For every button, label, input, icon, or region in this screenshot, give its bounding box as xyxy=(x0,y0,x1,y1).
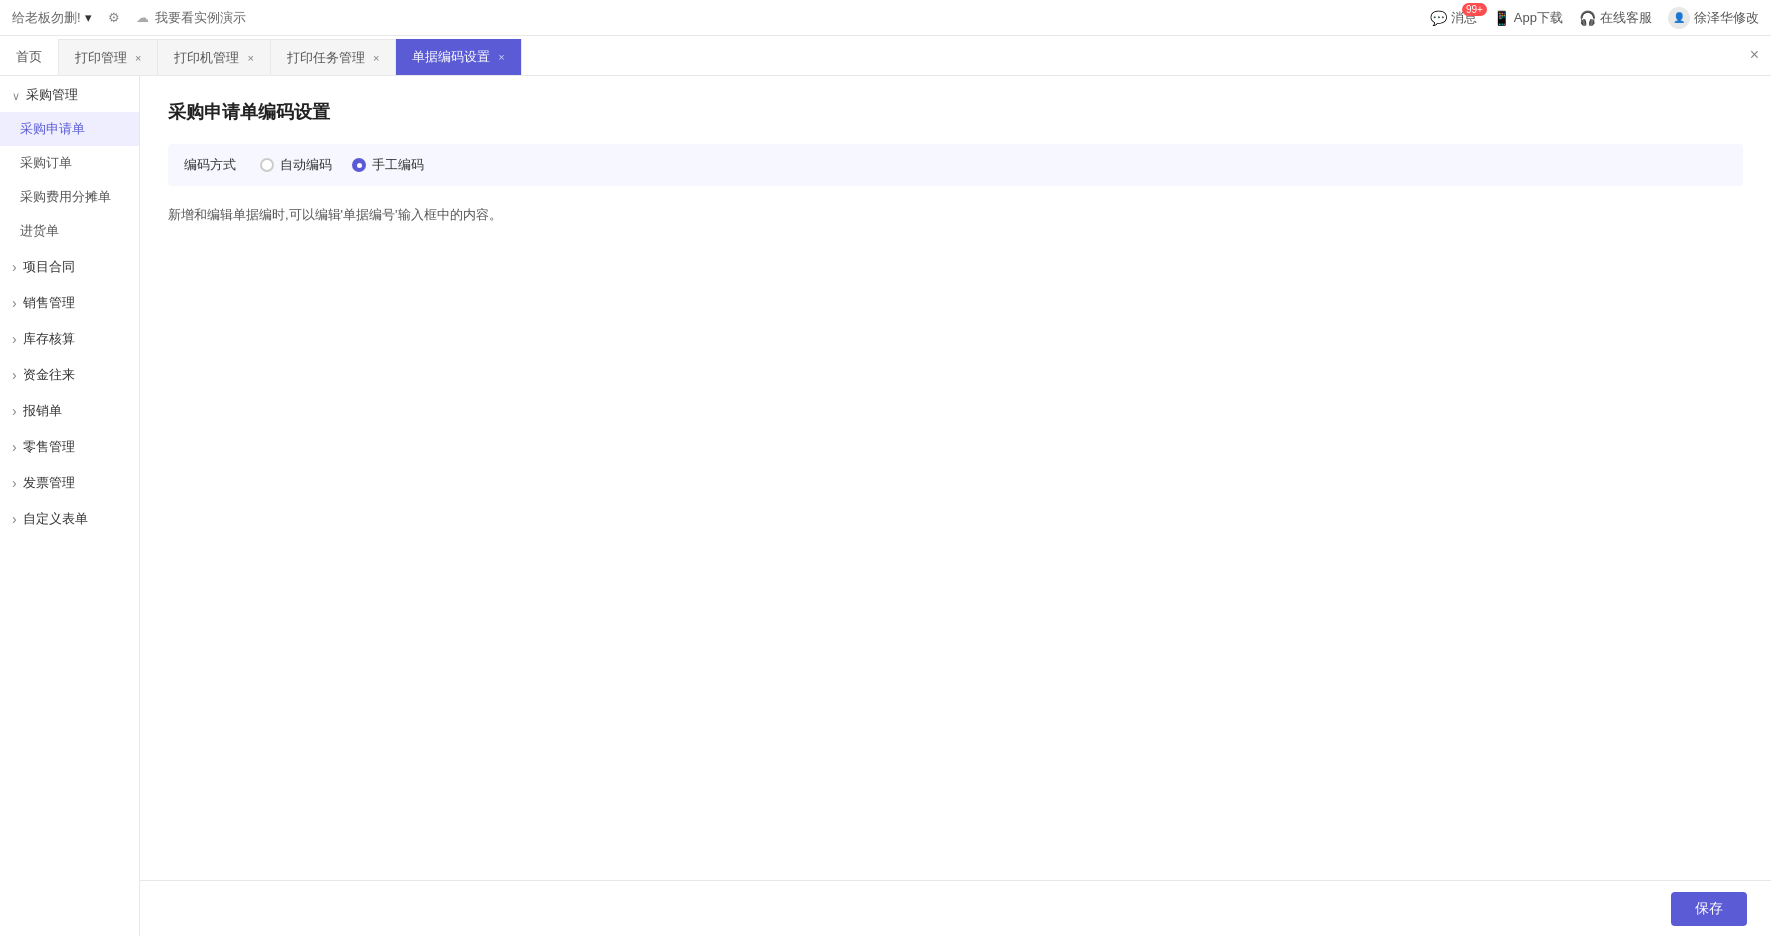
custom-form-chevron-icon xyxy=(12,511,17,527)
settings-icon[interactable]: ⚙ xyxy=(104,8,124,28)
sidebar-returns-label: 报销单 xyxy=(23,402,62,420)
sidebar-item-purchase-request[interactable]: 采购申请单 xyxy=(0,112,139,146)
page-title: 采购申请单编码设置 xyxy=(168,100,1743,124)
sidebar-group-custom-form[interactable]: 自定义表单 xyxy=(0,500,139,536)
sidebar-group-purchase-label: 采购管理 xyxy=(26,86,78,104)
tab-bar: 首页 打印管理 × 打印机管理 × 打印任务管理 × 单据编码设置 × × xyxy=(0,36,1771,76)
content-area: 采购申请单编码设置 编码方式 自动编码 手工编码 新增和编辑单据编时,可以编辑'… xyxy=(140,76,1771,936)
tab-printer-manage-label: 打印机管理 xyxy=(174,49,239,67)
main-layout: 采购管理 采购申请单 采购订单 采购费用分摊单 进货单 项目合同 销售管理 xyxy=(0,76,1771,936)
content-footer: 保存 xyxy=(140,880,1771,936)
message-button[interactable]: 消息 99+ xyxy=(1430,9,1477,27)
radio-auto-label: 自动编码 xyxy=(280,156,332,174)
radio-manual-label: 手工编码 xyxy=(372,156,424,174)
tab-barcode-close[interactable]: × xyxy=(498,51,504,63)
encoding-label: 编码方式 xyxy=(184,156,236,174)
tab-print-manage[interactable]: 打印管理 × xyxy=(59,39,158,75)
app-title: 给老板勿删! xyxy=(12,9,81,27)
dropdown-arrow-icon: ▾ xyxy=(85,10,92,25)
sidebar-group-purchase: 采购管理 采购申请单 采购订单 采购费用分摊单 进货单 xyxy=(0,76,139,248)
retail-chevron-icon xyxy=(12,439,17,455)
app-download-label: App下载 xyxy=(1514,9,1563,27)
online-service-label: 在线客服 xyxy=(1600,9,1652,27)
sidebar-sales-label: 销售管理 xyxy=(23,294,75,312)
user-profile[interactable]: 👤 徐泽华修改 xyxy=(1668,7,1759,29)
tab-printer-manage-close[interactable]: × xyxy=(247,52,253,64)
tab-home[interactable]: 首页 xyxy=(0,39,59,75)
finance-chevron-icon xyxy=(12,367,17,383)
sidebar-item-incoming[interactable]: 进货单 xyxy=(0,214,139,248)
tab-home-label: 首页 xyxy=(16,48,42,66)
sidebar-group-project-contract[interactable]: 项目合同 xyxy=(0,248,139,284)
project-chevron-icon xyxy=(12,259,17,275)
description-text: 新增和编辑单据编时,可以编辑'单据编号'输入框中的内容。 xyxy=(168,206,1743,224)
avatar: 👤 xyxy=(1668,7,1690,29)
sidebar-group-sales[interactable]: 销售管理 xyxy=(0,284,139,320)
app-download-button[interactable]: App下载 xyxy=(1493,9,1563,27)
purchase-chevron-icon xyxy=(12,88,20,103)
user-name: 徐泽华修改 xyxy=(1694,9,1759,27)
returns-chevron-icon xyxy=(12,403,17,419)
sidebar-group-returns[interactable]: 报销单 xyxy=(0,392,139,428)
inventory-chevron-icon xyxy=(12,331,17,347)
tab-printer-manage[interactable]: 打印机管理 × xyxy=(158,39,270,75)
sidebar-finance-label: 资金往来 xyxy=(23,366,75,384)
sidebar-group-retail[interactable]: 零售管理 xyxy=(0,428,139,464)
sidebar-custom-form-label: 自定义表单 xyxy=(23,510,88,528)
radio-manual-circle xyxy=(352,158,366,172)
sidebar-project-contract-label: 项目合同 xyxy=(23,258,75,276)
sidebar-invoice-label: 发票管理 xyxy=(23,474,75,492)
tab-print-task-label: 打印任务管理 xyxy=(287,49,365,67)
sidebar-incoming-label: 进货单 xyxy=(20,223,59,238)
sidebar-purchase-request-label: 采购申请单 xyxy=(20,121,85,136)
service-icon xyxy=(1579,10,1596,26)
content-inner: 采购申请单编码设置 编码方式 自动编码 手工编码 新增和编辑单据编时,可以编辑'… xyxy=(140,76,1771,880)
encoding-radio-group: 自动编码 手工编码 xyxy=(260,156,424,174)
tab-print-manage-label: 打印管理 xyxy=(75,49,127,67)
save-button[interactable]: 保存 xyxy=(1671,892,1747,926)
sidebar-purchase-order-label: 采购订单 xyxy=(20,155,72,170)
app-icon xyxy=(1493,10,1510,26)
demo-link[interactable]: ☁ 我要看实例演示 xyxy=(136,9,246,27)
radio-manual-encoding[interactable]: 手工编码 xyxy=(352,156,424,174)
top-bar: 给老板勿删! ▾ ⚙ ☁ 我要看实例演示 消息 99+ App下载 在线客服 👤… xyxy=(0,0,1771,36)
top-bar-left: 给老板勿删! ▾ ⚙ ☁ 我要看实例演示 xyxy=(12,8,246,28)
sidebar-item-purchase-order[interactable]: 采购订单 xyxy=(0,146,139,180)
sidebar-group-finance[interactable]: 资金往来 xyxy=(0,356,139,392)
sidebar-item-purchase-expense[interactable]: 采购费用分摊单 xyxy=(0,180,139,214)
message-badge: 99+ xyxy=(1462,3,1487,16)
invoice-chevron-icon xyxy=(12,475,17,491)
sidebar-group-inventory[interactable]: 库存核算 xyxy=(0,320,139,356)
sidebar-group-invoice[interactable]: 发票管理 xyxy=(0,464,139,500)
tab-barcode-label: 单据编码设置 xyxy=(412,48,490,66)
sidebar-retail-label: 零售管理 xyxy=(23,438,75,456)
sidebar-purchase-expense-label: 采购费用分摊单 xyxy=(20,189,111,204)
radio-auto-encoding[interactable]: 自动编码 xyxy=(260,156,332,174)
tab-barcode-settings[interactable]: 单据编码设置 × xyxy=(396,39,521,75)
cloud-icon: ☁ xyxy=(136,10,149,25)
tab-print-task-close[interactable]: × xyxy=(373,52,379,64)
top-bar-right: 消息 99+ App下载 在线客服 👤 徐泽华修改 xyxy=(1430,7,1759,29)
sidebar: 采购管理 采购申请单 采购订单 采购费用分摊单 进货单 项目合同 销售管理 xyxy=(0,76,140,936)
tab-print-task[interactable]: 打印任务管理 × xyxy=(271,39,396,75)
title-dropdown[interactable]: 给老板勿删! ▾ xyxy=(12,9,92,27)
radio-auto-circle xyxy=(260,158,274,172)
close-all-tabs-icon[interactable]: × xyxy=(1750,46,1759,64)
online-service-button[interactable]: 在线客服 xyxy=(1579,9,1652,27)
tab-print-manage-close[interactable]: × xyxy=(135,52,141,64)
demo-link-text: 我要看实例演示 xyxy=(155,9,246,27)
sidebar-inventory-label: 库存核算 xyxy=(23,330,75,348)
message-icon xyxy=(1430,10,1447,26)
encoding-row: 编码方式 自动编码 手工编码 xyxy=(168,144,1743,186)
sidebar-group-purchase-header[interactable]: 采购管理 xyxy=(0,76,139,112)
sales-chevron-icon xyxy=(12,295,17,311)
